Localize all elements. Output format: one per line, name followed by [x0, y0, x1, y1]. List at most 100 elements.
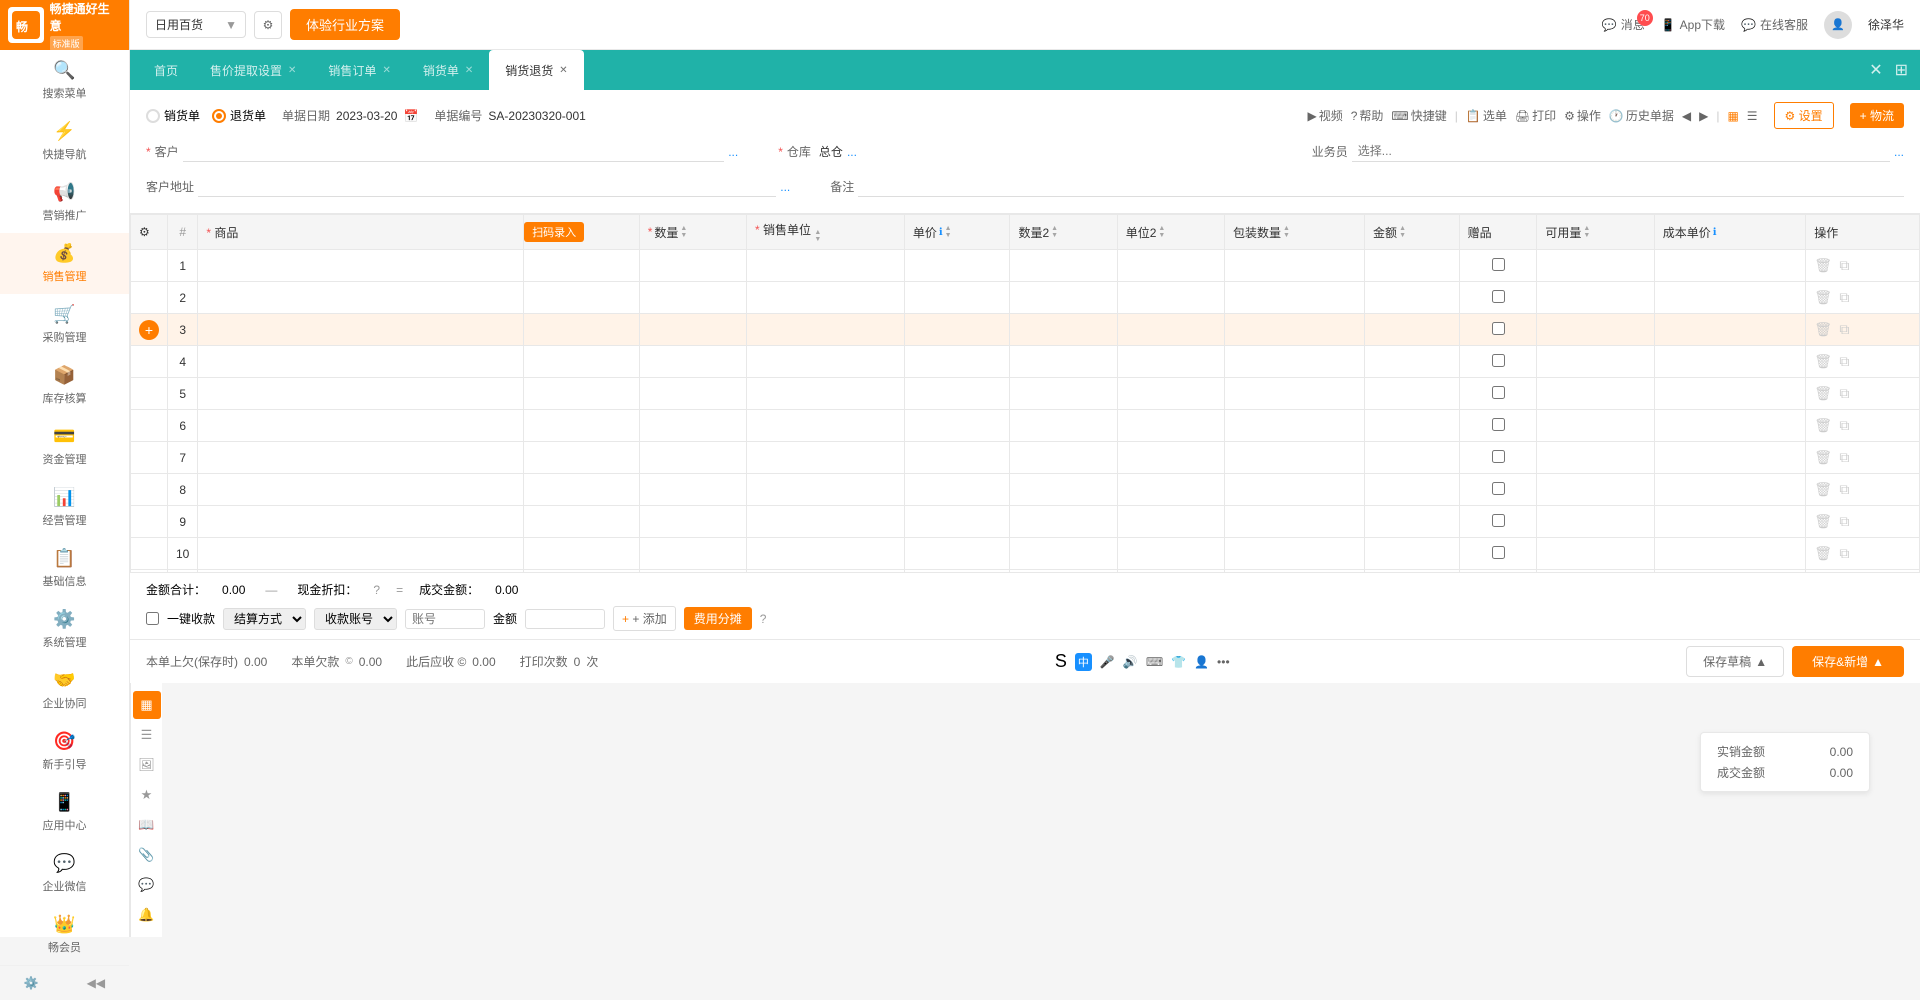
row-unit2-8[interactable]	[1117, 474, 1224, 506]
radio-return[interactable]: 退货单	[212, 107, 266, 124]
row-price-2[interactable]	[904, 282, 1010, 314]
shortcut-link[interactable]: ⌨ 快捷键	[1391, 107, 1446, 124]
gift-checkbox-8[interactable]	[1492, 482, 1505, 495]
sidebar-item-enterprise[interactable]: 🤝 企业协同	[0, 660, 129, 721]
row-gift-2[interactable]	[1459, 282, 1537, 314]
address-dots-btn[interactable]: ...	[780, 180, 790, 194]
row-qty2-3[interactable]	[1010, 314, 1117, 346]
row-unit-9[interactable]	[747, 506, 905, 538]
row-amount-9[interactable]	[1365, 506, 1460, 538]
row-avail-8[interactable]	[1537, 474, 1654, 506]
scan-btn[interactable]: 扫码录入	[524, 222, 584, 242]
row-unit-8[interactable]	[747, 474, 905, 506]
row-cost-3[interactable]	[1654, 314, 1806, 346]
tab-price[interactable]: 售价提取设置 ✕	[194, 50, 312, 90]
note-input[interactable]	[858, 176, 1904, 197]
row-cost-1[interactable]	[1654, 250, 1806, 282]
row-product-4[interactable]	[198, 346, 524, 378]
row-pkg-3[interactable]	[1224, 314, 1364, 346]
salesman-input[interactable]	[1352, 141, 1890, 162]
save-draft-btn[interactable]: 保存草稿 ▲	[1686, 646, 1784, 677]
row-pkg-6[interactable]	[1224, 410, 1364, 442]
row-qty2-7[interactable]	[1010, 442, 1117, 474]
right-bell-icon[interactable]: 🔔	[133, 901, 161, 929]
calc-method-select[interactable]: 结算方式	[223, 608, 306, 630]
select-link[interactable]: 📋 选单	[1466, 107, 1507, 124]
copy-row-btn-7[interactable]: ⧉	[1839, 449, 1849, 465]
delete-row-btn-3[interactable]: 🗑	[1814, 321, 1832, 337]
delete-row-btn-8[interactable]: 🗑	[1814, 481, 1832, 497]
grid-view-btn[interactable]: ▦	[1727, 109, 1738, 123]
help-link[interactable]: ? 帮助	[1351, 107, 1384, 124]
calendar-icon[interactable]: 📅	[403, 109, 418, 123]
mic-icon[interactable]: 🎤	[1100, 655, 1115, 669]
gift-checkbox-3[interactable]	[1492, 322, 1505, 335]
row-unit2-3[interactable]	[1117, 314, 1224, 346]
row-qty-7[interactable]	[639, 442, 746, 474]
row-unit-10[interactable]	[747, 538, 905, 570]
row-unit-1[interactable]	[747, 250, 905, 282]
row-product-9[interactable]	[198, 506, 524, 538]
tab-sales-close[interactable]: ✕	[465, 65, 473, 76]
copy-row-btn-9[interactable]: ⧉	[1839, 513, 1849, 529]
row-qty-2[interactable]	[639, 282, 746, 314]
col-gear[interactable]: ⚙	[131, 215, 168, 250]
industry-select[interactable]: 日用百货 ▼	[146, 11, 246, 38]
row-avail-1[interactable]	[1537, 250, 1654, 282]
sidebar-item-member[interactable]: 👑 畅会员	[0, 904, 129, 965]
row-unit-7[interactable]	[747, 442, 905, 474]
right-list-icon[interactable]: ☰	[133, 721, 161, 749]
online-service-btn[interactable]: 💬 在线客服	[1741, 16, 1808, 33]
tab-price-close[interactable]: ✕	[288, 65, 296, 76]
copy-row-btn-2[interactable]: ⧉	[1839, 289, 1849, 305]
gift-checkbox-4[interactable]	[1492, 354, 1505, 367]
row-pkg-1[interactable]	[1224, 250, 1364, 282]
gift-checkbox-1[interactable]	[1492, 258, 1505, 271]
sidebar-item-purchase[interactable]: 🛒 采购管理	[0, 294, 129, 355]
row-avail-10[interactable]	[1537, 538, 1654, 570]
row-pkg-10[interactable]	[1224, 538, 1364, 570]
row-price-5[interactable]	[904, 378, 1010, 410]
row-price-9[interactable]	[904, 506, 1010, 538]
tab-order-close[interactable]: ✕	[382, 65, 390, 76]
address-input[interactable]	[198, 176, 776, 197]
row-price-4[interactable]	[904, 346, 1010, 378]
row-amount-6[interactable]	[1365, 410, 1460, 442]
row-product-6[interactable]	[198, 410, 524, 442]
row-qty2-10[interactable]	[1010, 538, 1117, 570]
gift-checkbox-6[interactable]	[1492, 418, 1505, 431]
row-gift-1[interactable]	[1459, 250, 1537, 282]
row-avail-3[interactable]	[1537, 314, 1654, 346]
customer-dots-btn[interactable]: ...	[728, 145, 738, 159]
row-avail-2[interactable]	[1537, 282, 1654, 314]
row-cost-6[interactable]	[1654, 410, 1806, 442]
prev-btn[interactable]: ◀	[1682, 109, 1691, 123]
right-clip-icon[interactable]: 📎	[133, 841, 161, 869]
fee-question-icon[interactable]: ?	[760, 612, 767, 626]
next-btn[interactable]: ▶	[1699, 109, 1708, 123]
tab-return-close[interactable]: ✕	[559, 65, 567, 76]
row-unit2-6[interactable]	[1117, 410, 1224, 442]
row-unit2-2[interactable]	[1117, 282, 1224, 314]
row-amount-3[interactable]	[1365, 314, 1460, 346]
save-new-btn[interactable]: 保存&新增 ▲	[1792, 646, 1904, 677]
tab-return[interactable]: 销货退货 ✕	[489, 50, 583, 90]
sidebar-item-sales[interactable]: 💰 销售管理	[0, 233, 129, 294]
message-btn[interactable]: 💬 消息 70	[1602, 16, 1645, 33]
row-pkg-4[interactable]	[1224, 346, 1364, 378]
row-gift-8[interactable]	[1459, 474, 1537, 506]
row-unit-4[interactable]	[747, 346, 905, 378]
row-price-10[interactable]	[904, 538, 1010, 570]
row-unit2-9[interactable]	[1117, 506, 1224, 538]
delete-row-btn-7[interactable]: 🗑	[1814, 449, 1832, 465]
row-cost-2[interactable]	[1654, 282, 1806, 314]
row-pkg-5[interactable]	[1224, 378, 1364, 410]
row-qty2-6[interactable]	[1010, 410, 1117, 442]
sidebar-item-app[interactable]: 📱 应用中心	[0, 782, 129, 843]
right-grid-icon[interactable]: ▦	[133, 691, 161, 719]
add-row-btn[interactable]: +	[139, 320, 159, 340]
row-amount-1[interactable]	[1365, 250, 1460, 282]
row-qty-1[interactable]	[639, 250, 746, 282]
gift-checkbox-10[interactable]	[1492, 546, 1505, 559]
fee-split-btn[interactable]: 费用分摊	[684, 607, 752, 630]
